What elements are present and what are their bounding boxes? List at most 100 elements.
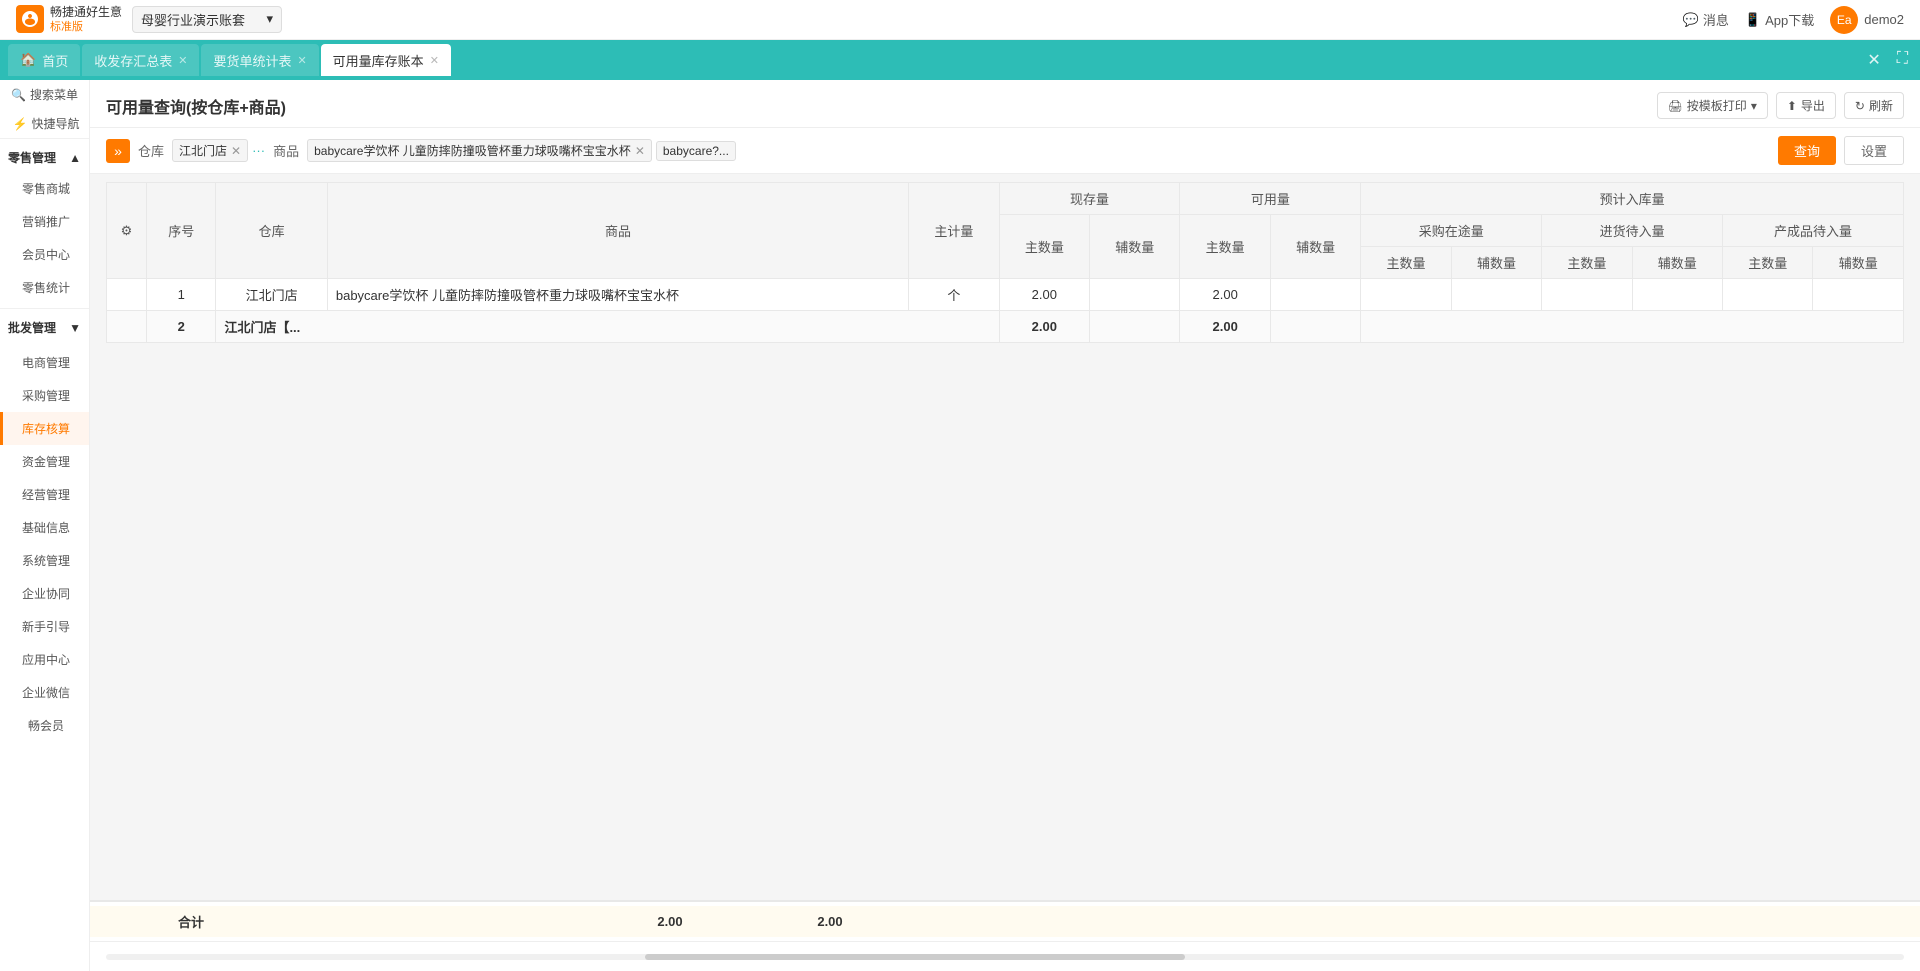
top-bar: 畅捷通好生意 标准版 母婴行业演示账套 ▾ 💬 消息 📱 App下载 Ea de…: [0, 0, 1920, 40]
th-purchase-transit-aux: 辅数量: [1451, 247, 1541, 279]
sidebar-item-basic-info[interactable]: 基础信息: [0, 511, 89, 544]
filter-area: » 仓库 江北门店 ✕ ··· 商品 babycare学饮杯 儿童防摔防撞吸管杯…: [90, 128, 1920, 174]
th-product-incoming-main: 主数量: [1723, 247, 1813, 279]
table-row: 1 江北门店 babycare学饮杯 儿童防摔防撞吸管杯重力球吸嘴杯宝宝水杯 个…: [107, 279, 1904, 311]
sidebar-item-operations[interactable]: 经营管理: [0, 478, 89, 511]
cell-subtotal-current-aux: [1090, 311, 1180, 343]
th-settings[interactable]: ⚙: [107, 183, 147, 279]
print-dropdown-icon: ▾: [1751, 99, 1757, 113]
message-action[interactable]: 💬 消息: [1683, 10, 1729, 29]
table-footer: [90, 941, 1920, 971]
product-filter-tags: babycare学饮杯 儿童防摔防撞吸管杯重力球吸嘴杯宝宝水杯 ✕ babyca…: [307, 139, 736, 162]
th-product: 商品: [327, 183, 908, 279]
home-icon: 🏠: [20, 52, 36, 68]
search-icon: 🔍: [11, 88, 26, 102]
subtotal-row: 2 江北门店【... 2.00 2.00: [107, 311, 1904, 343]
tab-bar-actions: ✕ ⛶: [1863, 46, 1912, 74]
tab-receivable[interactable]: 收发存汇总表 ✕: [82, 44, 199, 76]
sidebar-item-vip[interactable]: 畅会员: [0, 709, 89, 742]
warehouse-filter-tags: 江北门店 ✕ ···: [172, 139, 265, 162]
product-tag-1[interactable]: babycare学饮杯 儿童防摔防撞吸管杯重力球吸嘴杯宝宝水杯 ✕: [307, 139, 652, 162]
sidebar-item-marketing[interactable]: 营销推广: [0, 205, 89, 238]
sidebar-item-guide[interactable]: 新手引导: [0, 610, 89, 643]
nav-icon: ⚡: [13, 117, 28, 131]
brand-logo-icon: [16, 5, 44, 33]
filter-buttons: 查询 设置: [1778, 136, 1904, 165]
th-incoming-main: 主数量: [1542, 247, 1632, 279]
sidebar-item-app-center[interactable]: 应用中心: [0, 643, 89, 676]
main-content: 可用量查询(按仓库+商品) 🖨 按模板打印 ▾ ⬆ 导出 ↻ 刷新 »: [90, 80, 1920, 971]
warehouse-tag[interactable]: 江北门店 ✕: [172, 139, 248, 162]
sidebar-group-retail: 零售管理 ▲ 零售商城 营销推广 会员中心 零售统计: [0, 138, 89, 308]
fullscreen-button[interactable]: ⛶: [1893, 46, 1912, 74]
sidebar-group-wholesale: 批发管理 ▼: [0, 308, 89, 346]
sidebar-item-retail-stat[interactable]: 零售统计: [0, 271, 89, 304]
avatar: Ea: [1830, 6, 1858, 34]
th-current-stock: 现存量: [999, 183, 1180, 215]
export-button[interactable]: ⬆ 导出: [1776, 92, 1836, 119]
th-unit: 主计量: [909, 183, 999, 279]
industry-selector[interactable]: 母婴行业演示账套 ▾: [132, 6, 282, 33]
print-button[interactable]: 🖨 按模板打印 ▾: [1657, 92, 1768, 119]
scrollbar-thumb[interactable]: [645, 954, 1184, 960]
filter-expand-button[interactable]: »: [106, 139, 130, 163]
close-tab-receivable[interactable]: ✕: [178, 54, 187, 67]
warehouse-label: 仓库: [138, 141, 164, 160]
app-download-icon: 📱: [1745, 12, 1761, 28]
close-tab-purchase-stat[interactable]: ✕: [297, 54, 306, 67]
data-table: ⚙ 序号 仓库 商品 主计量 现存量 可用量 预计入库量 主数量 辅数量 主数量…: [106, 182, 1904, 343]
cell-subtotal-label: 江北门店【...: [216, 311, 999, 343]
sidebar-search[interactable]: 🔍 搜索菜单: [0, 80, 89, 109]
th-product-incoming: 产成品待入量: [1723, 215, 1904, 247]
cell-index: 1: [147, 279, 216, 311]
page-title: 可用量查询(按仓库+商品): [106, 94, 286, 118]
th-purchase-transit: 采购在途量: [1361, 215, 1542, 247]
cell-available-main: 2.00: [1180, 279, 1270, 311]
sidebar-item-member[interactable]: 会员中心: [0, 238, 89, 271]
refresh-icon: ↻: [1855, 99, 1865, 113]
cell-incoming-main: [1542, 279, 1632, 311]
message-icon: 💬: [1683, 12, 1699, 28]
app-download-action[interactable]: 📱 App下载: [1745, 10, 1814, 29]
query-button[interactable]: 查询: [1778, 136, 1836, 165]
sidebar-item-enterprise-wechat[interactable]: 企业微信: [0, 676, 89, 709]
chevron-down-icon: ▼: [69, 321, 81, 335]
sidebar-item-purchase[interactable]: 采购管理: [0, 379, 89, 412]
close-all-tabs-button[interactable]: ✕: [1863, 46, 1884, 74]
tab-purchase-stat[interactable]: 要货单统计表 ✕: [201, 44, 318, 76]
sidebar-item-ecommerce[interactable]: 电商管理: [0, 346, 89, 379]
sidebar-item-enterprise[interactable]: 企业协同: [0, 577, 89, 610]
tab-home[interactable]: 🏠 首页: [8, 44, 80, 76]
sidebar-item-system[interactable]: 系统管理: [0, 544, 89, 577]
brand-text: 畅捷通好生意 标准版: [50, 5, 122, 35]
cell-subtotal-available-aux: [1270, 311, 1360, 343]
tab-available-stock[interactable]: 可用量库存账本 ✕: [321, 44, 451, 76]
sidebar-item-finance[interactable]: 资金管理: [0, 445, 89, 478]
total-row: 合计 2.00 2.00: [90, 906, 1920, 937]
th-product-incoming-aux: 辅数量: [1813, 247, 1904, 279]
sidebar-item-retail-mall[interactable]: 零售商城: [0, 172, 89, 205]
sidebar-item-retail-mgmt[interactable]: 零售管理 ▲: [0, 143, 89, 172]
refresh-button[interactable]: ↻ 刷新: [1844, 92, 1904, 119]
setting-button[interactable]: 设置: [1844, 136, 1904, 165]
remove-warehouse-tag[interactable]: ✕: [231, 144, 241, 158]
cell-product: babycare学饮杯 儿童防摔防撞吸管杯重力球吸嘴杯宝宝水杯: [327, 279, 908, 311]
cell-current-main: 2.00: [999, 279, 1089, 311]
sidebar-item-wholesale-mgmt[interactable]: 批发管理 ▼: [0, 313, 89, 342]
th-warehouse: 仓库: [216, 183, 327, 279]
cell-purchase-transit-aux: [1451, 279, 1541, 311]
main-layout: 🔍 搜索菜单 ⚡ 快捷导航 零售管理 ▲ 零售商城 营销推广 会员中心 零售统计: [0, 80, 1920, 971]
sidebar-nav[interactable]: ⚡ 快捷导航: [0, 109, 89, 138]
cell-unit: 个: [909, 279, 999, 311]
warehouse-more-button[interactable]: ···: [252, 143, 265, 158]
sidebar-item-inventory[interactable]: 库存核算: [0, 412, 89, 445]
cell-available-aux: [1270, 279, 1360, 311]
close-tab-available-stock[interactable]: ✕: [430, 54, 439, 67]
user-menu[interactable]: Ea demo2: [1830, 6, 1904, 34]
product-tag-2[interactable]: babycare?...: [656, 141, 736, 161]
th-available: 可用量: [1180, 183, 1361, 215]
cell-settings: [107, 279, 147, 311]
remove-product-tag-1[interactable]: ✕: [635, 144, 645, 158]
cell-subtotal-available-main: 2.00: [1180, 311, 1270, 343]
horizontal-scrollbar[interactable]: [106, 954, 1904, 960]
